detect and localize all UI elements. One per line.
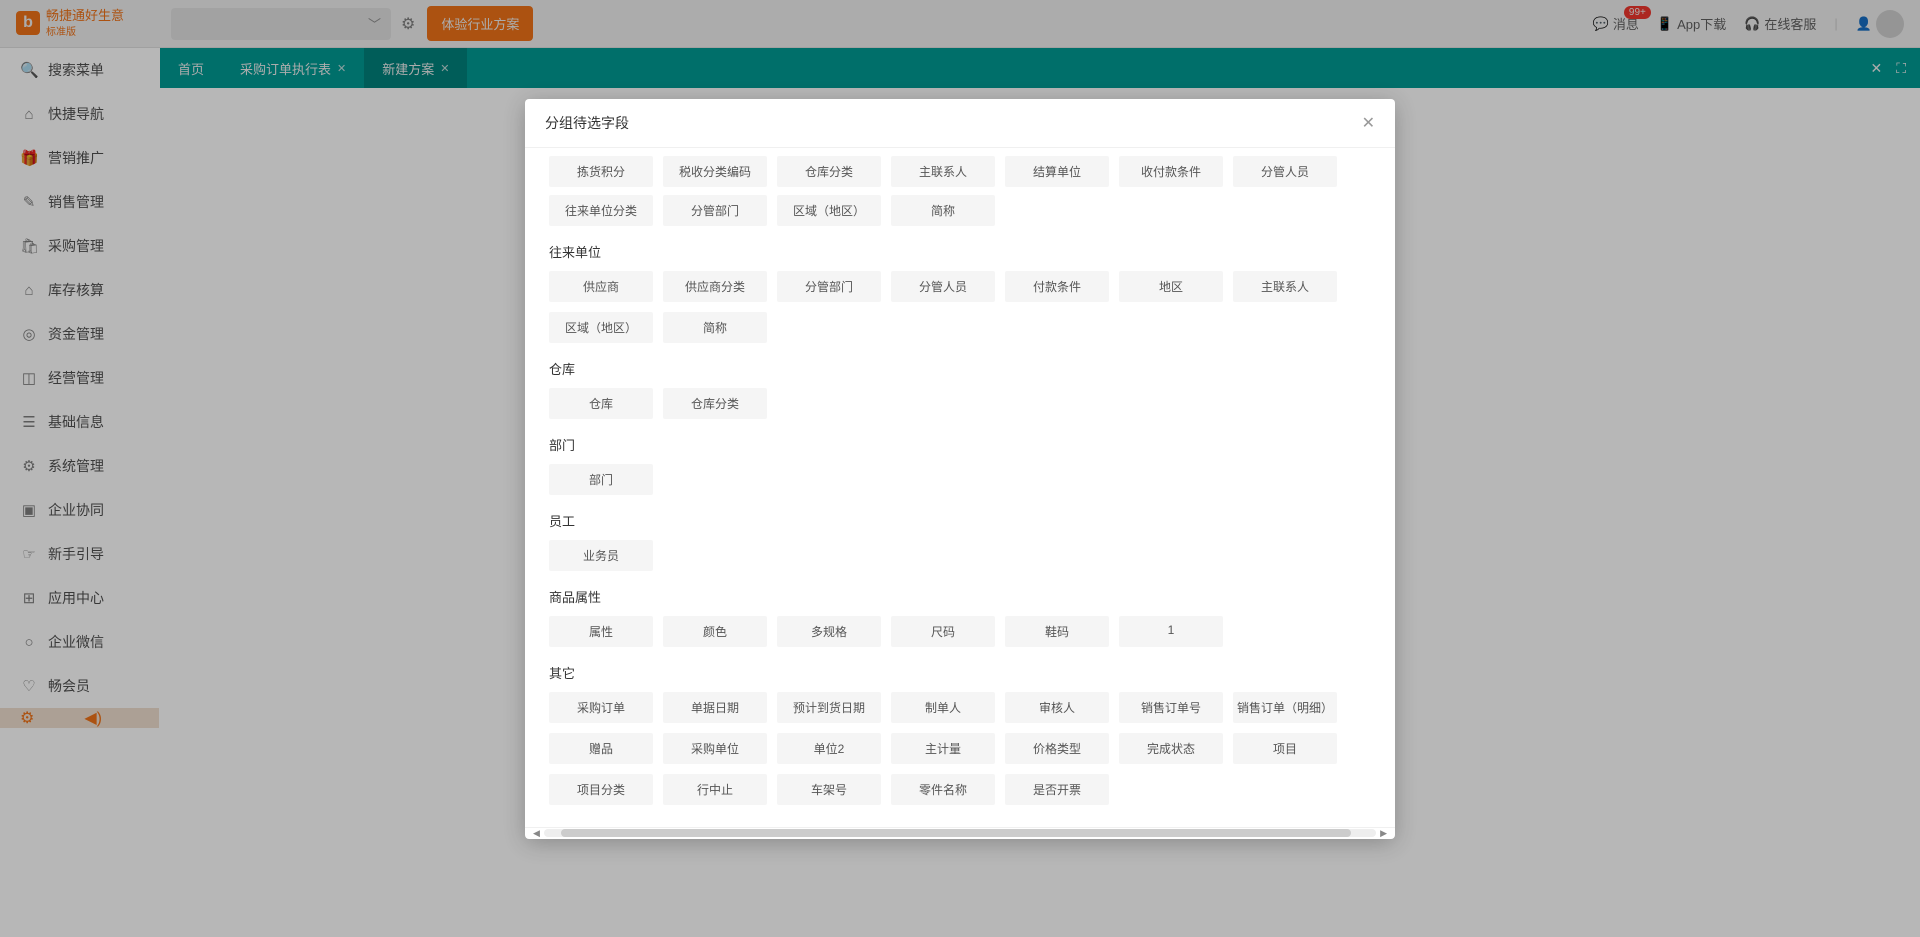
field-tag[interactable]: 单据日期 (663, 692, 767, 723)
scroll-right-icon[interactable]: ▶ (1380, 828, 1387, 839)
field-tag[interactable]: 简称 (663, 312, 767, 343)
field-tag[interactable]: 供应商分类 (663, 271, 767, 302)
field-tag[interactable]: 简称 (891, 195, 995, 226)
field-tag[interactable]: 属性 (549, 616, 653, 647)
field-tag[interactable]: 仓库 (549, 388, 653, 419)
modal-h-scrollbar[interactable]: ◀ ▶ (525, 827, 1395, 839)
field-group-title: 仓库 (549, 359, 1371, 378)
field-group-title: 员工 (549, 511, 1371, 530)
field-group-title: 其它 (549, 663, 1371, 682)
field-tag[interactable]: 部门 (549, 464, 653, 495)
scroll-track[interactable] (544, 829, 1376, 837)
field-tag[interactable]: 颜色 (663, 616, 767, 647)
field-tag[interactable]: 拣货积分 (549, 156, 653, 187)
field-selector-modal: 分组待选字段 ✕ 拣货积分税收分类编码仓库分类主联系人结算单位收付款条件分管人员… (525, 99, 1395, 839)
field-tag[interactable]: 尺码 (891, 616, 995, 647)
field-tag[interactable]: 地区 (1119, 271, 1223, 302)
field-tag[interactable]: 行中止 (663, 774, 767, 805)
field-tag[interactable]: 供应商 (549, 271, 653, 302)
field-tag[interactable]: 主联系人 (1233, 271, 1337, 302)
field-tag[interactable]: 审核人 (1005, 692, 1109, 723)
field-tag[interactable]: 仓库分类 (777, 156, 881, 187)
field-tag-row: 业务员 (549, 540, 1371, 571)
field-tag[interactable]: 零件名称 (891, 774, 995, 805)
field-tag-row: 往来单位分类分管部门区域（地区） 简称 (549, 195, 1371, 226)
close-icon[interactable]: ✕ (1362, 113, 1375, 133)
field-tag-row: 供应商供应商分类分管部门分管人员付款条件地区主联系人区域（地区） 简称 (549, 271, 1371, 343)
field-group-title: 往来单位 (549, 242, 1371, 261)
field-tag[interactable]: 项目分类 (549, 774, 653, 805)
scroll-thumb[interactable] (561, 829, 1352, 837)
field-tag[interactable]: 鞋码 (1005, 616, 1109, 647)
modal-title: 分组待选字段 (545, 113, 629, 133)
field-tag[interactable]: 税收分类编码 (663, 156, 767, 187)
field-tag[interactable]: 分管部门 (663, 195, 767, 226)
field-tag[interactable]: 付款条件 (1005, 271, 1109, 302)
field-tag[interactable]: 分管人员 (891, 271, 995, 302)
field-tag[interactable]: 主计量 (891, 733, 995, 764)
field-tag[interactable]: 主联系人 (891, 156, 995, 187)
field-tag[interactable]: 项目 (1233, 733, 1337, 764)
field-tag[interactable]: 销售订单（明细） (1233, 692, 1337, 723)
field-tag[interactable]: 往来单位分类 (549, 195, 653, 226)
field-tag[interactable]: 是否开票 (1005, 774, 1109, 805)
field-group-title: 部门 (549, 435, 1371, 454)
field-tag[interactable]: 区域（地区） (777, 195, 881, 226)
field-tag[interactable]: 销售订单号 (1119, 692, 1223, 723)
field-tag[interactable]: 分管人员 (1233, 156, 1337, 187)
field-tag[interactable]: 预计到货日期 (777, 692, 881, 723)
field-tag[interactable]: 1 (1119, 616, 1223, 647)
field-tag-row: 采购订单单据日期预计到货日期制单人审核人销售订单号销售订单（明细） 赠品采购单位单… (549, 692, 1371, 805)
field-tag[interactable]: 单位2 (777, 733, 881, 764)
scroll-left-icon[interactable]: ◀ (533, 828, 540, 839)
field-tag[interactable]: 分管部门 (777, 271, 881, 302)
field-tag[interactable]: 采购单位 (663, 733, 767, 764)
field-tag-row: 部门 (549, 464, 1371, 495)
modal-header: 分组待选字段 ✕ (525, 99, 1395, 148)
field-tag[interactable]: 价格类型 (1005, 733, 1109, 764)
field-tag[interactable]: 车架号 (777, 774, 881, 805)
field-tag[interactable]: 业务员 (549, 540, 653, 571)
field-tag[interactable]: 多规格 (777, 616, 881, 647)
field-tag[interactable]: 采购订单 (549, 692, 653, 723)
field-group-title: 商品属性 (549, 587, 1371, 606)
field-tag-row: 拣货积分税收分类编码仓库分类主联系人结算单位收付款条件分管人员 (549, 156, 1371, 187)
field-tag-row: 属性颜色多规格尺码鞋码 1 (549, 616, 1371, 647)
field-tag[interactable]: 赠品 (549, 733, 653, 764)
field-tag[interactable]: 区域（地区） (549, 312, 653, 343)
field-tag[interactable]: 仓库分类 (663, 388, 767, 419)
field-tag[interactable]: 制单人 (891, 692, 995, 723)
modal-body: 拣货积分税收分类编码仓库分类主联系人结算单位收付款条件分管人员往来单位分类分管部… (525, 148, 1395, 827)
field-tag[interactable]: 结算单位 (1005, 156, 1109, 187)
field-tag[interactable]: 完成状态 (1119, 733, 1223, 764)
field-tag[interactable]: 收付款条件 (1119, 156, 1223, 187)
field-tag-row: 仓库仓库分类 (549, 388, 1371, 419)
